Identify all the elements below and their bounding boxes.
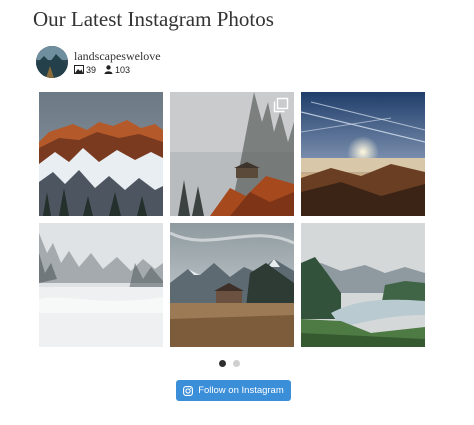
photo-tile[interactable] xyxy=(39,92,163,216)
photo-tile[interactable] xyxy=(301,223,425,347)
posts-stat: 39 xyxy=(74,64,96,76)
pagination-dot-2[interactable] xyxy=(233,360,240,367)
username[interactable]: landscapeswelove xyxy=(74,49,161,63)
posts-count: 39 xyxy=(86,64,97,75)
photo-image xyxy=(301,92,425,216)
avatar-image xyxy=(36,46,68,78)
followers-stat: 103 xyxy=(104,64,130,76)
profile-header: landscapeswelove 39 103 xyxy=(36,45,161,79)
photo-grid xyxy=(39,92,425,347)
photo-image xyxy=(39,92,163,216)
user-icon xyxy=(104,65,113,74)
photo-image xyxy=(39,223,163,347)
carousel-pagination xyxy=(219,360,247,367)
follow-on-instagram-button[interactable]: Follow on Instagram xyxy=(176,380,291,401)
photo-image xyxy=(170,223,294,347)
pagination-dot-1[interactable] xyxy=(219,360,226,367)
photo-tile[interactable] xyxy=(170,223,294,347)
photo-tile[interactable] xyxy=(170,92,294,216)
followers-count: 103 xyxy=(115,64,131,75)
follow-button-label: Follow on Instagram xyxy=(198,385,284,396)
photo-tile[interactable] xyxy=(39,223,163,347)
photo-image xyxy=(301,223,425,347)
carousel-icon xyxy=(273,97,289,113)
photo-tile[interactable] xyxy=(301,92,425,216)
profile-stats: 39 103 xyxy=(74,64,161,76)
image-icon xyxy=(74,65,84,74)
avatar[interactable] xyxy=(36,46,68,78)
widget-title: Our Latest Instagram Photos xyxy=(33,7,274,31)
instagram-icon xyxy=(183,385,194,396)
